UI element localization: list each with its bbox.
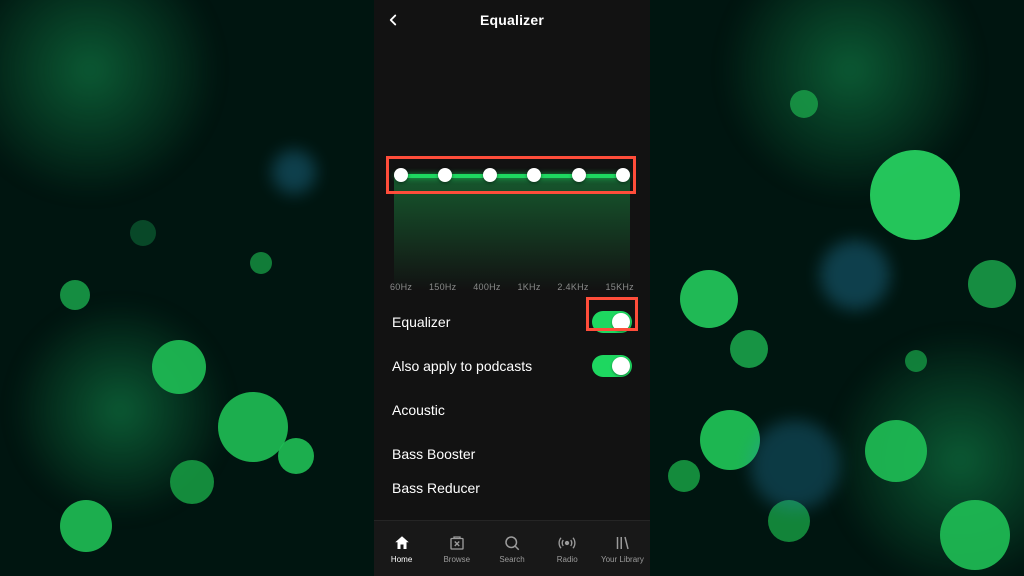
eq-band-handles bbox=[394, 168, 630, 184]
eq-band-handle[interactable] bbox=[527, 168, 541, 182]
nav-label: Search bbox=[499, 555, 524, 564]
eq-band-label: 150Hz bbox=[429, 282, 457, 292]
setting-row-equalizer: Equalizer bbox=[392, 300, 632, 344]
content-area: 60Hz 150Hz 400Hz 1KHz 2.4KHz 15KHz Equal… bbox=[374, 40, 650, 520]
nav-search[interactable]: Search bbox=[484, 521, 539, 576]
nav-browse[interactable]: Browse bbox=[429, 521, 484, 576]
nav-label: Home bbox=[391, 555, 412, 564]
nav-label: Browse bbox=[443, 555, 470, 564]
equalizer-visualization: 60Hz 150Hz 400Hz 1KHz 2.4KHz 15KHz bbox=[374, 40, 650, 292]
radio-icon bbox=[557, 533, 577, 553]
bottom-nav: Home Browse Search Radio Your Library bbox=[374, 520, 650, 576]
eq-band-handle[interactable] bbox=[572, 168, 586, 182]
eq-band-label: 2.4KHz bbox=[557, 282, 588, 292]
search-icon bbox=[502, 533, 522, 553]
eq-band-label: 1KHz bbox=[517, 282, 540, 292]
app-header: Equalizer bbox=[374, 0, 650, 40]
nav-label: Radio bbox=[557, 555, 578, 564]
eq-band-handle[interactable] bbox=[616, 168, 630, 182]
setting-row-podcasts: Also apply to podcasts bbox=[392, 344, 632, 388]
eq-frequency-labels: 60Hz 150Hz 400Hz 1KHz 2.4KHz 15KHz bbox=[388, 282, 636, 292]
equalizer-toggle[interactable] bbox=[592, 311, 632, 333]
back-button[interactable] bbox=[384, 11, 402, 29]
page-title: Equalizer bbox=[480, 12, 544, 28]
nav-label: Your Library bbox=[601, 555, 644, 564]
eq-band-handle[interactable] bbox=[438, 168, 452, 182]
browse-icon bbox=[447, 533, 467, 553]
podcasts-toggle[interactable] bbox=[592, 355, 632, 377]
eq-band-label: 15KHz bbox=[605, 282, 634, 292]
setting-label: Equalizer bbox=[392, 314, 450, 330]
preset-label: Acoustic bbox=[392, 402, 445, 418]
nav-library[interactable]: Your Library bbox=[595, 521, 650, 576]
library-icon bbox=[612, 533, 632, 553]
preset-label: Bass Reducer bbox=[392, 480, 480, 494]
eq-band-handle[interactable] bbox=[394, 168, 408, 182]
eq-band-label: 400Hz bbox=[473, 282, 501, 292]
nav-home[interactable]: Home bbox=[374, 521, 429, 576]
home-icon bbox=[392, 533, 412, 553]
setting-label: Also apply to podcasts bbox=[392, 358, 532, 374]
phone-screen: Equalizer 60Hz 150Hz 400Hz 1KHz bbox=[374, 0, 650, 576]
eq-band-handle[interactable] bbox=[483, 168, 497, 182]
preset-bass-reducer-truncated[interactable]: Bass Reducer bbox=[374, 476, 650, 494]
eq-band-label: 60Hz bbox=[390, 282, 412, 292]
preset-bass-booster[interactable]: Bass Booster bbox=[392, 432, 632, 476]
settings-list: Equalizer Also apply to podcasts Acousti… bbox=[374, 292, 650, 476]
preset-label: Bass Booster bbox=[392, 446, 475, 462]
preset-acoustic[interactable]: Acoustic bbox=[392, 388, 632, 432]
nav-radio[interactable]: Radio bbox=[540, 521, 595, 576]
